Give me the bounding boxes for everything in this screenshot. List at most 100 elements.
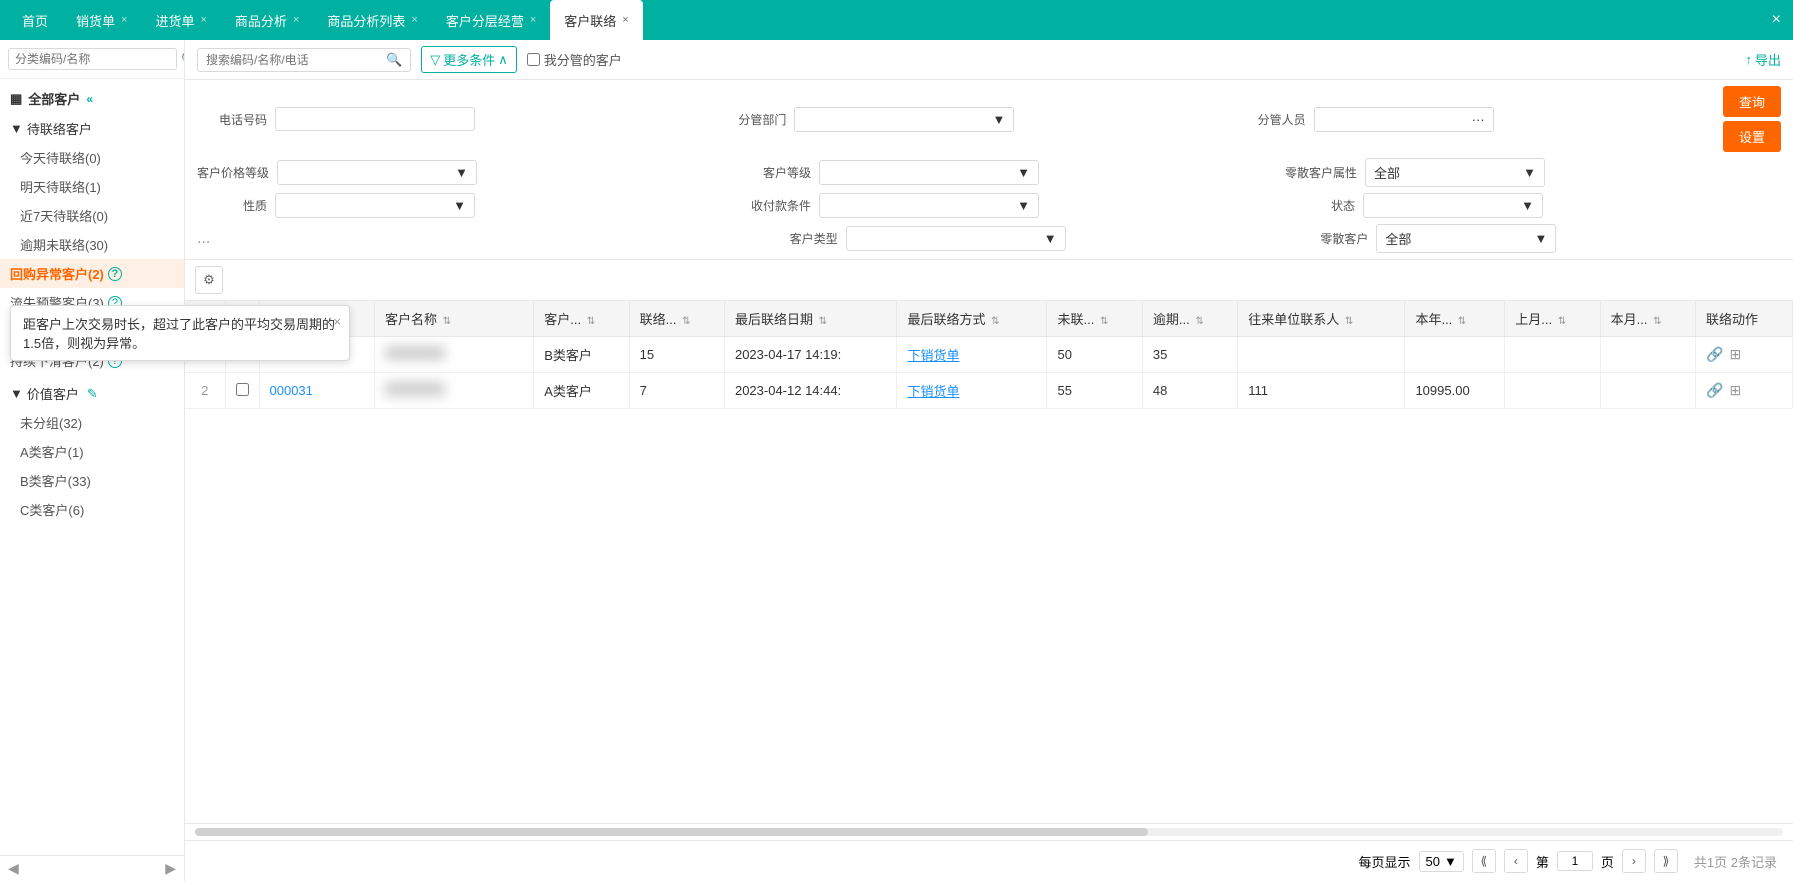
waiting-contact-group[interactable]: ▼ 待联络客户: [0, 114, 184, 143]
value-customer-group[interactable]: ▼ 价值客户 ✎: [0, 379, 184, 408]
payment-select[interactable]: ▼: [819, 193, 1039, 218]
all-customers-title[interactable]: ▦ 全部客户 «: [0, 83, 184, 114]
sidebar-left-arrow-icon[interactable]: ◀: [8, 860, 19, 877]
prev-page-btn[interactable]: ‹: [1504, 849, 1528, 873]
query-btn[interactable]: 查询: [1723, 86, 1781, 117]
close-sales-order-icon[interactable]: ×: [121, 14, 127, 26]
retail-attr-select[interactable]: 全部 ▼: [1365, 158, 1545, 187]
export-btn[interactable]: ↑ 导出: [1745, 50, 1781, 69]
window-close-icon[interactable]: ×: [1772, 11, 1781, 29]
my-customers-checkbox[interactable]: [527, 53, 540, 66]
row2-action: 🔗 ⊞: [1696, 373, 1793, 409]
month-sort-icon[interactable]: ⇅: [1653, 316, 1661, 327]
setting-btn[interactable]: 设置: [1723, 121, 1781, 152]
phone-filter-group: 电话号码: [197, 107, 668, 131]
last-page-btn[interactable]: ⟫: [1654, 849, 1678, 873]
sidebar-item-today[interactable]: 今天待联络(0): [0, 143, 184, 172]
status-chevron-icon: ▼: [1521, 198, 1534, 213]
manager-more-icon: ···: [1472, 112, 1485, 127]
filter-search-input[interactable]: [206, 53, 386, 67]
status-select[interactable]: ▼: [1363, 193, 1543, 218]
more-dots-group: ...: [197, 230, 680, 248]
row2-overdue: 48: [1142, 373, 1237, 409]
tooltip-close-icon[interactable]: ×: [333, 314, 341, 329]
lmonth-sort-icon[interactable]: ⇅: [1558, 316, 1566, 327]
sidebar-right-arrow-icon[interactable]: ▶: [165, 860, 176, 877]
scrollbar-thumb[interactable]: [195, 828, 1148, 836]
adv-filter-row-2: 客户价格等级 ▼ 客户等级 ▼ 零散客户属性 全部: [197, 158, 1781, 187]
sidebar-item-class-c[interactable]: C类客户(6): [0, 495, 184, 524]
phone-input[interactable]: [275, 107, 475, 131]
price-level-select[interactable]: ▼: [277, 160, 477, 185]
nav-customer-tier[interactable]: 客户分层经营 ×: [432, 0, 550, 40]
contact-sort-icon[interactable]: ⇅: [682, 316, 690, 327]
per-page-select[interactable]: 50 ▼: [1419, 851, 1464, 872]
sidebar-item-7days[interactable]: 近7天待联络(0): [0, 201, 184, 230]
row1-last-month: [1505, 337, 1600, 373]
filter-more-btn[interactable]: ▽ 更多条件 ∧: [421, 46, 517, 73]
year-sort-icon[interactable]: ⇅: [1458, 316, 1466, 327]
row2-unit-contact: 111: [1238, 373, 1405, 409]
customer-level-group: 客户等级 ▼: [741, 160, 1237, 185]
manager-select[interactable]: ···: [1314, 107, 1494, 132]
sidebar-collapse-icon[interactable]: «: [86, 92, 93, 106]
customer-level-select[interactable]: ▼: [819, 160, 1039, 185]
uncontacted-sort-icon[interactable]: ⇅: [1100, 316, 1108, 327]
row1-more-icon[interactable]: ⊞: [1729, 346, 1741, 363]
row2-contact: 7: [629, 373, 724, 409]
nav-product-analysis-list[interactable]: 商品分析列表 ×: [313, 0, 431, 40]
method-sort-icon[interactable]: ⇅: [991, 316, 999, 327]
close-product-list-icon[interactable]: ×: [411, 14, 417, 26]
table-toolbar: ⚙: [185, 260, 1793, 301]
nav-purchase-order[interactable]: 进货单 ×: [141, 0, 220, 40]
gender-chevron-icon: ▼: [453, 198, 466, 213]
close-customer-tier-icon[interactable]: ×: [530, 14, 536, 26]
row2-link-icon[interactable]: 🔗: [1706, 382, 1723, 399]
overdue-sort-icon[interactable]: ⇅: [1195, 316, 1203, 327]
name-sort-icon[interactable]: ⇅: [443, 316, 451, 327]
close-purchase-icon[interactable]: ×: [200, 14, 206, 26]
nav-customer-contact[interactable]: 客户联络 ×: [550, 0, 642, 40]
page-label: 第: [1536, 852, 1549, 871]
table-settings-btn[interactable]: ⚙: [195, 266, 223, 294]
sidebar-item-unclassified[interactable]: 未分组(32): [0, 408, 184, 437]
sidebar-search-input[interactable]: [8, 48, 177, 70]
sidebar-item-overdue[interactable]: 逾期未联络(30): [0, 230, 184, 259]
my-customers-filter[interactable]: 我分管的客户: [527, 50, 622, 69]
row1-link-icon[interactable]: 🔗: [1706, 346, 1723, 363]
customer-level-chevron-icon: ▼: [1017, 165, 1030, 180]
unit-sort-icon[interactable]: ⇅: [1345, 316, 1353, 327]
more-dots-icon[interactable]: ...: [197, 230, 210, 248]
customer-type-select[interactable]: ▼: [846, 226, 1066, 251]
page-input[interactable]: [1557, 851, 1593, 871]
retail-attr-group: 零散客户属性 全部 ▼: [1285, 158, 1781, 187]
row2-category: A类客户: [534, 373, 629, 409]
nav-sales-order[interactable]: 销货单 ×: [62, 0, 141, 40]
gender-select[interactable]: ▼: [275, 193, 475, 218]
row2-select-checkbox[interactable]: [236, 383, 249, 396]
row1-category: B类客户: [534, 337, 629, 373]
retail-customer-select[interactable]: 全部 ▼: [1376, 224, 1556, 253]
th-overdue: 逾期... ⇅: [1142, 301, 1237, 337]
sidebar-item-tomorrow[interactable]: 明天待联络(1): [0, 172, 184, 201]
first-page-btn[interactable]: ⟪: [1472, 849, 1496, 873]
th-last-month: 上月... ⇅: [1505, 301, 1600, 337]
sidebar: 🔍 ▦ 全部客户 « ▼ 待联络客户 今天待联络(0) 明天待联络(1) 近7天…: [0, 40, 185, 881]
next-page-btn[interactable]: ›: [1622, 849, 1646, 873]
filter-bar: 🔍 ▽ 更多条件 ∧ 我分管的客户 ↑ 导出: [185, 40, 1793, 80]
sidebar-item-class-a[interactable]: A类客户(1): [0, 437, 184, 466]
date-sort-icon[interactable]: ⇅: [819, 316, 827, 327]
sidebar-item-repurchase-abnormal[interactable]: 回购异常客户(2) ?: [0, 259, 184, 288]
sidebar-item-class-b[interactable]: B类客户(33): [0, 466, 184, 495]
total-label: 共1页 2条记录: [1694, 852, 1777, 871]
dept-select[interactable]: ▼: [794, 107, 1014, 132]
row1-date: 2023-04-17 14:19:: [724, 337, 897, 373]
close-product-analysis-icon[interactable]: ×: [293, 14, 299, 26]
row2-more-icon[interactable]: ⊞: [1729, 382, 1741, 399]
filter-search-icon[interactable]: 🔍: [386, 52, 402, 68]
nav-home[interactable]: 首页: [8, 0, 62, 40]
value-edit-icon[interactable]: ✎: [87, 386, 98, 402]
category-sort-icon[interactable]: ⇅: [587, 316, 595, 327]
nav-product-analysis[interactable]: 商品分析 ×: [221, 0, 313, 40]
close-customer-contact-icon[interactable]: ×: [622, 14, 628, 26]
